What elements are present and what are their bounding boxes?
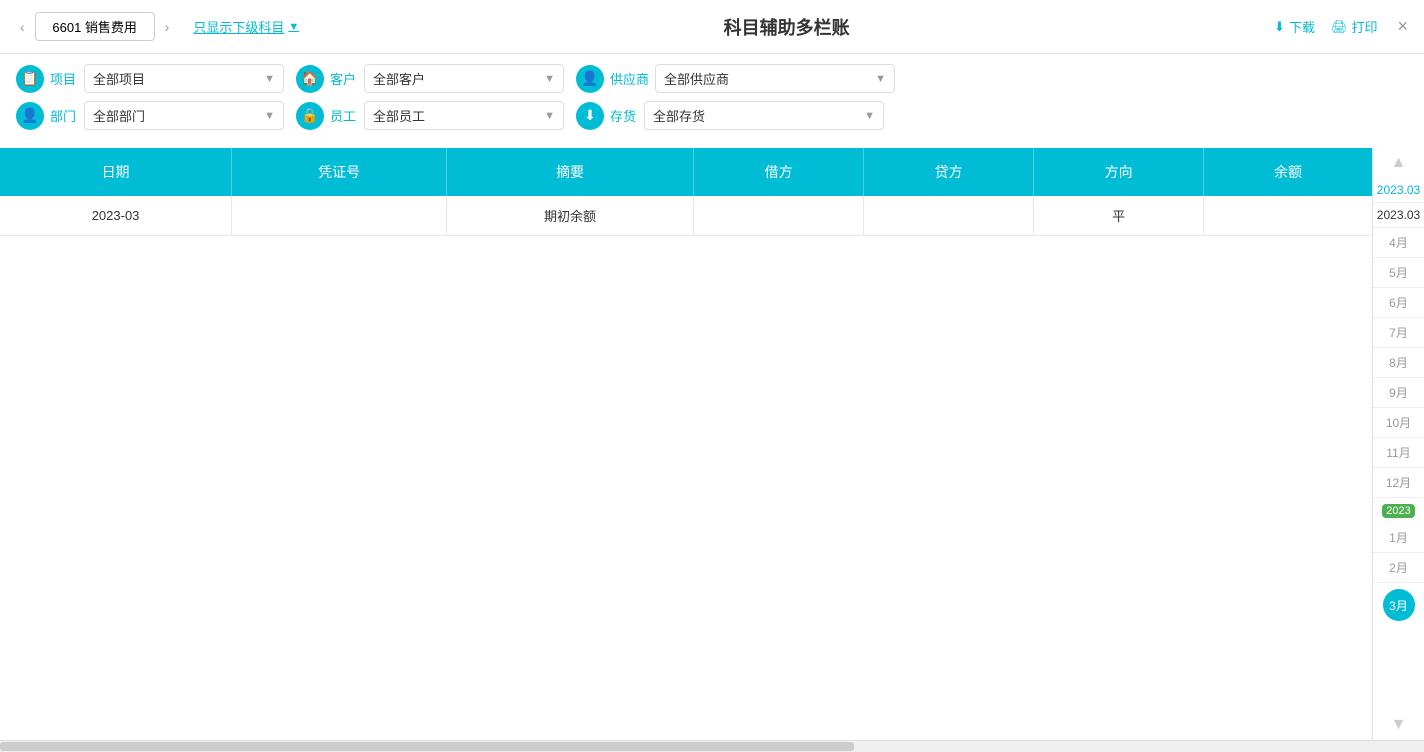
right-panel-item-5[interactable]: 5月 [1373,258,1424,288]
col-voucher: 凭证号 [232,148,447,196]
right-panel-item-12[interactable]: 12月 [1373,468,1424,498]
right-panel-item-10[interactable]: 10月 [1373,408,1424,438]
col-credit: 贷方 [864,148,1034,196]
dept-select[interactable]: 全部部门 ▼ [84,101,284,130]
stock-icon: ⬇ [576,102,604,130]
account-code[interactable]: 6601 销售费用 [35,12,155,41]
nav-prev-arrow[interactable]: ‹ [16,17,29,37]
right-panel-item-7[interactable]: 7月 [1373,318,1424,348]
right-panel-item-header2[interactable]: 2023.03 [1373,203,1424,228]
print-label: 打印 [1351,17,1377,36]
filter-row-1: 📋 项目 全部项目 ▼ 🏠 客户 全部客户 ▼ 👤 供应商 全部供应 [16,64,1408,93]
stock-dropdown-icon: ▼ [864,110,875,122]
year-badge-container: 2023 [1382,498,1414,523]
customer-value: 全部客户 [373,69,425,88]
table-container: 日期 凭证号 摘要 借方 贷方 方向 余额 2023-03 期初余额 [0,148,1424,740]
customer-dropdown-icon: ▼ [544,73,555,85]
project-label: 项目 [50,69,78,88]
supplier-dropdown-icon: ▼ [875,73,886,85]
table-row: 2023-03 期初余额 平 [0,196,1372,236]
cell-debit [694,196,864,236]
table-wrapper[interactable]: 日期 凭证号 摘要 借方 贷方 方向 余额 2023-03 期初余额 [0,148,1372,740]
cell-direction: 平 [1034,196,1204,236]
customer-label: 客户 [330,69,358,88]
project-dropdown-icon: ▼ [264,73,275,85]
supplier-label: 供应商 [610,69,649,88]
supplier-value: 全部供应商 [664,69,729,88]
year-badge: 2023 [1382,504,1414,518]
col-date: 日期 [0,148,232,196]
col-debit: 借方 [694,148,864,196]
cell-voucher [232,196,447,236]
right-panel-item-8[interactable]: 8月 [1373,348,1424,378]
dept-dropdown-icon: ▼ [264,110,275,122]
cell-summary: 期初余额 [447,196,694,236]
stock-select[interactable]: 全部存货 ▼ [644,101,884,130]
download-label: 下载 [1289,17,1315,36]
right-panel-item-jan[interactable]: 1月 [1373,523,1424,553]
dept-icon: 👤 [16,102,44,130]
customer-icon: 🏠 [296,65,324,93]
filter-project: 📋 项目 全部项目 ▼ [16,64,284,93]
filter-stock: ⬇ 存货 全部存货 ▼ [576,101,884,130]
employee-label: 员工 [330,106,358,125]
right-panel-item-11[interactable]: 11月 [1373,438,1424,468]
supplier-select[interactable]: 全部供应商 ▼ [655,64,895,93]
customer-select[interactable]: 全部客户 ▼ [364,64,564,93]
stock-value: 全部存货 [653,106,705,125]
show-sublevel-toggle[interactable]: 只显示下级科目 ▼ [193,17,299,36]
right-panel-item-header1[interactable]: 2023.03 [1373,178,1424,203]
filter-area: 📋 项目 全部项目 ▼ 🏠 客户 全部客户 ▼ 👤 供应商 全部供应 [0,54,1424,148]
cell-balance [1204,196,1372,236]
employee-value: 全部员工 [373,106,425,125]
page-title: 科目辅助多栏账 [309,14,1264,40]
horizontal-scrollbar[interactable] [0,740,1424,752]
dept-label: 部门 [50,106,78,125]
col-summary: 摘要 [447,148,694,196]
col-direction: 方向 [1034,148,1204,196]
right-panel-up-button[interactable]: ▲ [1385,148,1413,178]
filter-supplier: 👤 供应商 全部供应商 ▼ [576,64,895,93]
download-icon: ⬇ [1274,19,1285,35]
show-sublevel-arrow-icon: ▼ [288,21,299,33]
top-bar: ‹ 6601 销售费用 › 只显示下级科目 ▼ 科目辅助多栏账 ⬇ 下载 🖨 打… [0,0,1424,54]
right-panel-down-button[interactable]: ▼ [1385,710,1413,740]
print-icon: 🖨 [1331,19,1348,35]
project-icon: 📋 [16,65,44,93]
filter-row-2: 👤 部门 全部部门 ▼ 🔒 员工 全部员工 ▼ ⬇ 存货 全部存货 [16,101,1408,130]
scrollbar-thumb[interactable] [0,742,854,751]
cell-date: 2023-03 [0,196,232,236]
right-panel-item-mar-active[interactable]: 3月 [1383,589,1415,621]
right-panel-item-6[interactable]: 6月 [1373,288,1424,318]
right-panel-item-4[interactable]: 4月 [1373,228,1424,258]
action-buttons: ⬇ 下载 🖨 打印 [1274,17,1377,36]
filter-customer: 🏠 客户 全部客户 ▼ [296,64,564,93]
account-nav: ‹ 6601 销售费用 › [16,12,173,41]
month-active-container: 3月 [1383,583,1415,627]
close-button[interactable]: × [1397,16,1408,37]
ledger-table: 日期 凭证号 摘要 借方 贷方 方向 余额 2023-03 期初余额 [0,148,1372,236]
print-button[interactable]: 🖨 打印 [1331,17,1378,36]
employee-icon: 🔒 [296,102,324,130]
right-panel: ▲ 2023.03 2023.03 4月 5月 6月 7月 8月 9月 10月 … [1372,148,1424,740]
filter-employee: 🔒 员工 全部员工 ▼ [296,101,564,130]
supplier-icon: 👤 [576,65,604,93]
employee-select[interactable]: 全部员工 ▼ [364,101,564,130]
right-panel-item-feb[interactable]: 2月 [1373,553,1424,583]
employee-dropdown-icon: ▼ [544,110,555,122]
project-value: 全部项目 [93,69,145,88]
table-header-row: 日期 凭证号 摘要 借方 贷方 方向 余额 [0,148,1372,196]
show-sublevel-label: 只显示下级科目 [193,17,284,36]
cell-credit [864,196,1034,236]
nav-next-arrow[interactable]: › [161,17,174,37]
col-balance: 余额 [1204,148,1372,196]
stock-label: 存货 [610,106,638,125]
filter-dept: 👤 部门 全部部门 ▼ [16,101,284,130]
dept-value: 全部部门 [93,106,145,125]
download-button[interactable]: ⬇ 下载 [1274,17,1315,36]
right-panel-item-9[interactable]: 9月 [1373,378,1424,408]
project-select[interactable]: 全部项目 ▼ [84,64,284,93]
